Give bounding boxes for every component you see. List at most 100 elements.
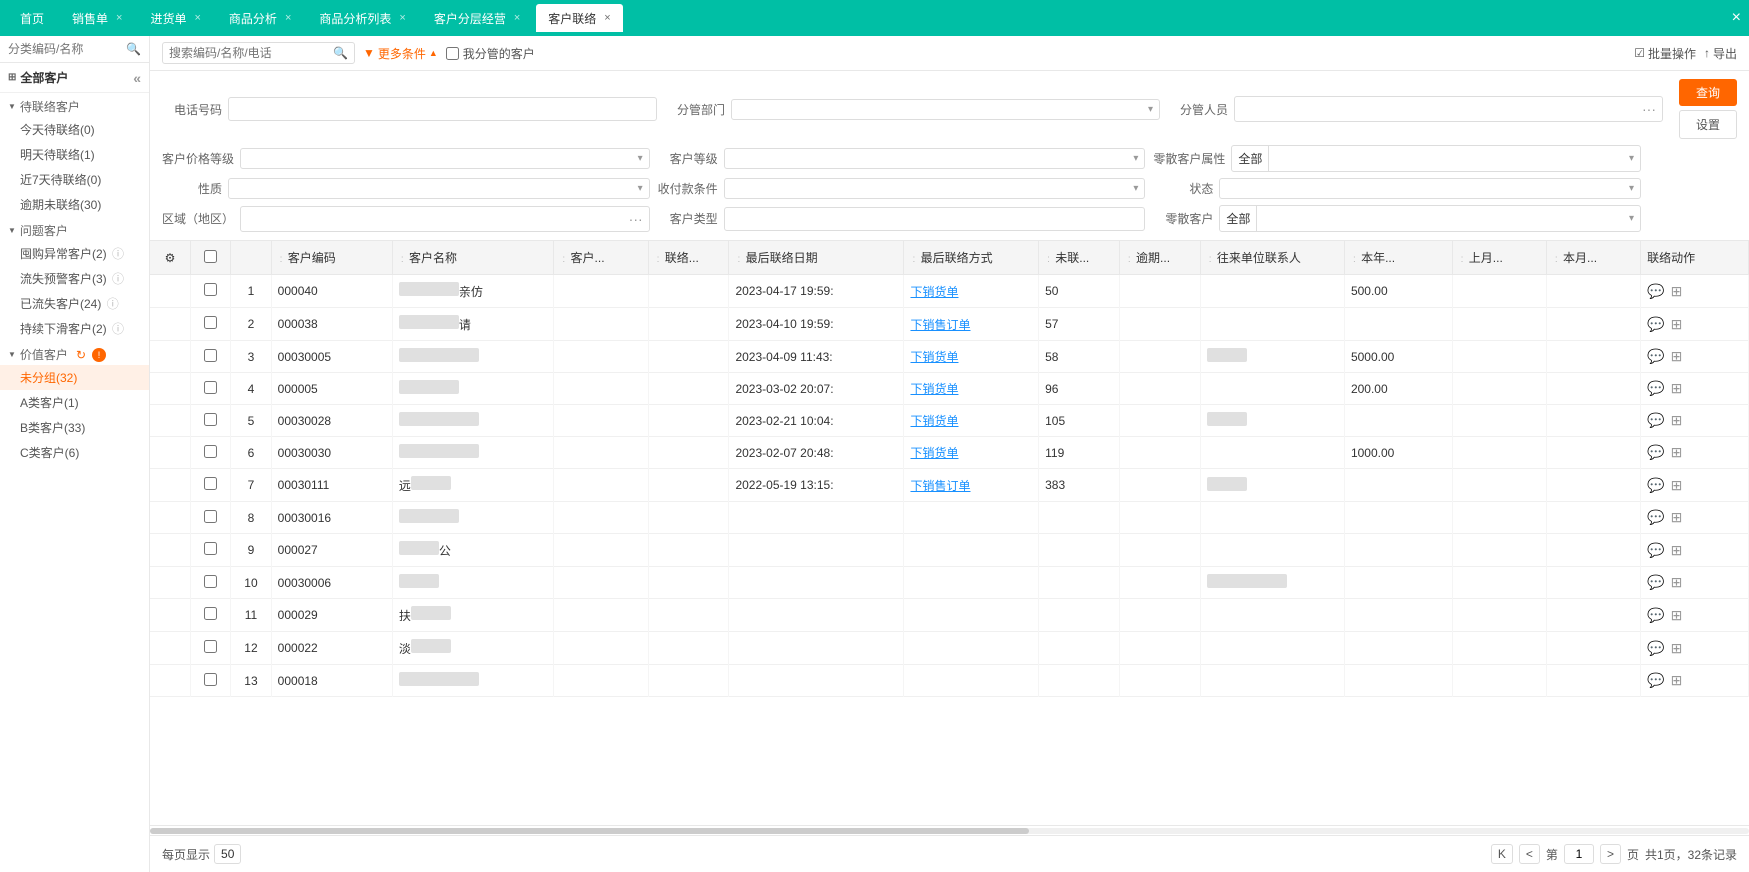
grid-action-icon[interactable]: ⊞	[1671, 607, 1683, 624]
reset-button[interactable]: 设置	[1679, 110, 1737, 139]
chat-icon[interactable]: 💬	[1647, 542, 1664, 559]
row-checkbox[interactable]	[204, 673, 217, 686]
problem-customers-group[interactable]: ▼ 问题客户	[0, 217, 149, 241]
prev-page-button[interactable]: <	[1519, 844, 1540, 864]
close-product-analysis-icon[interactable]: ×	[285, 12, 291, 24]
row-checkbox[interactable]	[204, 575, 217, 588]
query-button[interactable]: 查询	[1679, 79, 1737, 106]
sidebar-item-overdue[interactable]: 逾期未联络(30)	[0, 192, 149, 217]
nav-product-analysis[interactable]: 商品分析 ×	[217, 4, 303, 32]
method-link[interactable]: 下销货单	[910, 414, 958, 428]
this-month-header[interactable]: : 本月...	[1546, 241, 1640, 275]
chat-icon[interactable]: 💬	[1647, 477, 1664, 494]
phone-input[interactable]	[228, 97, 657, 121]
window-close-button[interactable]: ×	[1732, 9, 1741, 27]
row-checkbox[interactable]	[204, 445, 217, 458]
nav-customer-contact[interactable]: 客户联络 ×	[536, 4, 622, 32]
row-checkbox[interactable]	[204, 607, 217, 620]
row-checkbox-cell[interactable]	[190, 341, 230, 373]
grid-action-icon[interactable]: ⊞	[1671, 477, 1683, 494]
nav-purchase[interactable]: 进货单 ×	[138, 4, 212, 32]
page-number-input[interactable]	[1564, 844, 1594, 864]
nav-product-analysis-list[interactable]: 商品分析列表 ×	[307, 4, 417, 32]
scatter-customer-inner[interactable]: ▾	[1257, 209, 1640, 228]
pending-contact-group[interactable]: ▼ 待联络客户	[0, 93, 149, 117]
row-checkbox[interactable]	[204, 640, 217, 653]
page-size-value[interactable]: 50	[214, 844, 241, 864]
row-checkbox[interactable]	[204, 381, 217, 394]
checkbox-column-header[interactable]	[190, 241, 230, 275]
chat-icon[interactable]: 💬	[1647, 574, 1664, 591]
row-checkbox-cell[interactable]	[190, 665, 230, 697]
collapse-button[interactable]: «	[133, 70, 141, 86]
grid-action-icon[interactable]: ⊞	[1671, 283, 1683, 300]
chat-icon[interactable]: 💬	[1647, 380, 1664, 397]
scatter-attr-inner[interactable]: ▾	[1269, 149, 1640, 168]
grid-action-icon[interactable]: ⊞	[1671, 412, 1683, 429]
dept-select[interactable]: ▾	[731, 99, 1160, 120]
close-sales-icon[interactable]: ×	[116, 12, 122, 24]
nav-home[interactable]: 首页	[8, 4, 56, 32]
row-checkbox-cell[interactable]	[190, 502, 230, 534]
manager-dots-icon[interactable]: ···	[1642, 101, 1656, 117]
grid-action-icon[interactable]: ⊞	[1671, 316, 1683, 333]
chat-icon[interactable]: 💬	[1647, 412, 1664, 429]
row-checkbox-cell[interactable]	[190, 599, 230, 632]
customer-type-header[interactable]: : 客户...	[554, 241, 648, 275]
price-level-select[interactable]: ▾	[240, 148, 650, 169]
sidebar-item-class-a[interactable]: A类客户(1)	[0, 390, 149, 415]
sidebar-search-input[interactable]	[8, 42, 122, 56]
more-conditions-button[interactable]: ▼ 更多条件 ▲	[363, 45, 438, 62]
last-month-header[interactable]: : 上月...	[1452, 241, 1546, 275]
last-method-header[interactable]: : 最后联络方式	[904, 241, 1039, 275]
row-checkbox[interactable]	[204, 316, 217, 329]
sidebar-item-class-c[interactable]: C类客户(6)	[0, 440, 149, 465]
last-method-cell[interactable]: 下销货单	[904, 373, 1039, 405]
close-product-list-icon[interactable]: ×	[399, 12, 405, 24]
close-purchase-icon[interactable]: ×	[194, 12, 200, 24]
method-link[interactable]: 下销售订单	[910, 318, 970, 332]
refresh-icon[interactable]: ↻	[76, 348, 86, 362]
sidebar-item-churned[interactable]: 已流失客户(24) ⓘ	[0, 291, 149, 316]
overdue-header[interactable]: : 逾期...	[1119, 241, 1200, 275]
row-checkbox[interactable]	[204, 413, 217, 426]
method-link[interactable]: 下销货单	[910, 382, 958, 396]
grid-action-icon[interactable]: ⊞	[1671, 380, 1683, 397]
sidebar-item-today[interactable]: 今天待联络(0)	[0, 117, 149, 142]
chat-icon[interactable]: 💬	[1647, 348, 1664, 365]
sidebar-item-7days[interactable]: 近7天待联络(0)	[0, 167, 149, 192]
contact-header[interactable]: : 联络...	[648, 241, 729, 275]
unit-contact-header[interactable]: : 往来单位联系人	[1200, 241, 1344, 275]
settings-column-header[interactable]: ⚙	[150, 241, 190, 275]
select-all-checkbox[interactable]	[204, 250, 217, 263]
first-page-button[interactable]: K	[1491, 844, 1513, 864]
row-checkbox-cell[interactable]	[190, 534, 230, 567]
batch-action-button[interactable]: ☑ 批量操作	[1634, 45, 1696, 62]
action-header[interactable]: 联络动作	[1641, 241, 1749, 275]
export-button[interactable]: ↑ 导出	[1704, 45, 1737, 62]
grid-action-icon[interactable]: ⊞	[1671, 640, 1683, 657]
scrollbar-thumb[interactable]	[150, 828, 1029, 834]
main-search-icon[interactable]: 🔍	[333, 46, 348, 60]
last-method-cell[interactable]: 下销货单	[904, 405, 1039, 437]
last-method-cell[interactable]: 下销货单	[904, 437, 1039, 469]
customer-code-header[interactable]: : 客户编码	[271, 241, 392, 275]
row-checkbox-cell[interactable]	[190, 632, 230, 665]
sidebar-item-churn-warning[interactable]: 流失预警客户(3) ⓘ	[0, 266, 149, 291]
sidebar-item-class-b[interactable]: B类客户(33)	[0, 415, 149, 440]
row-checkbox[interactable]	[204, 283, 217, 296]
scrollbar-track[interactable]	[150, 828, 1749, 834]
my-customers-checkbox[interactable]: 我分管的客户	[446, 45, 535, 62]
method-link[interactable]: 下销货单	[910, 350, 958, 364]
last-method-cell[interactable]: 下销货单	[904, 275, 1039, 308]
nature-select[interactable]: ▾	[228, 178, 650, 199]
no-contact-header[interactable]: : 未联...	[1039, 241, 1120, 275]
grid-action-icon[interactable]: ⊞	[1671, 509, 1683, 526]
all-customers-header[interactable]: ⊞ 全部客户 «	[0, 63, 149, 93]
next-page-button[interactable]: >	[1600, 844, 1621, 864]
last-method-cell[interactable]: 下销货单	[904, 341, 1039, 373]
chat-icon[interactable]: 💬	[1647, 672, 1664, 689]
region-dots-icon[interactable]: ···	[629, 211, 643, 227]
customer-name-header[interactable]: : 客户名称	[392, 241, 554, 275]
grid-action-icon[interactable]: ⊞	[1671, 574, 1683, 591]
